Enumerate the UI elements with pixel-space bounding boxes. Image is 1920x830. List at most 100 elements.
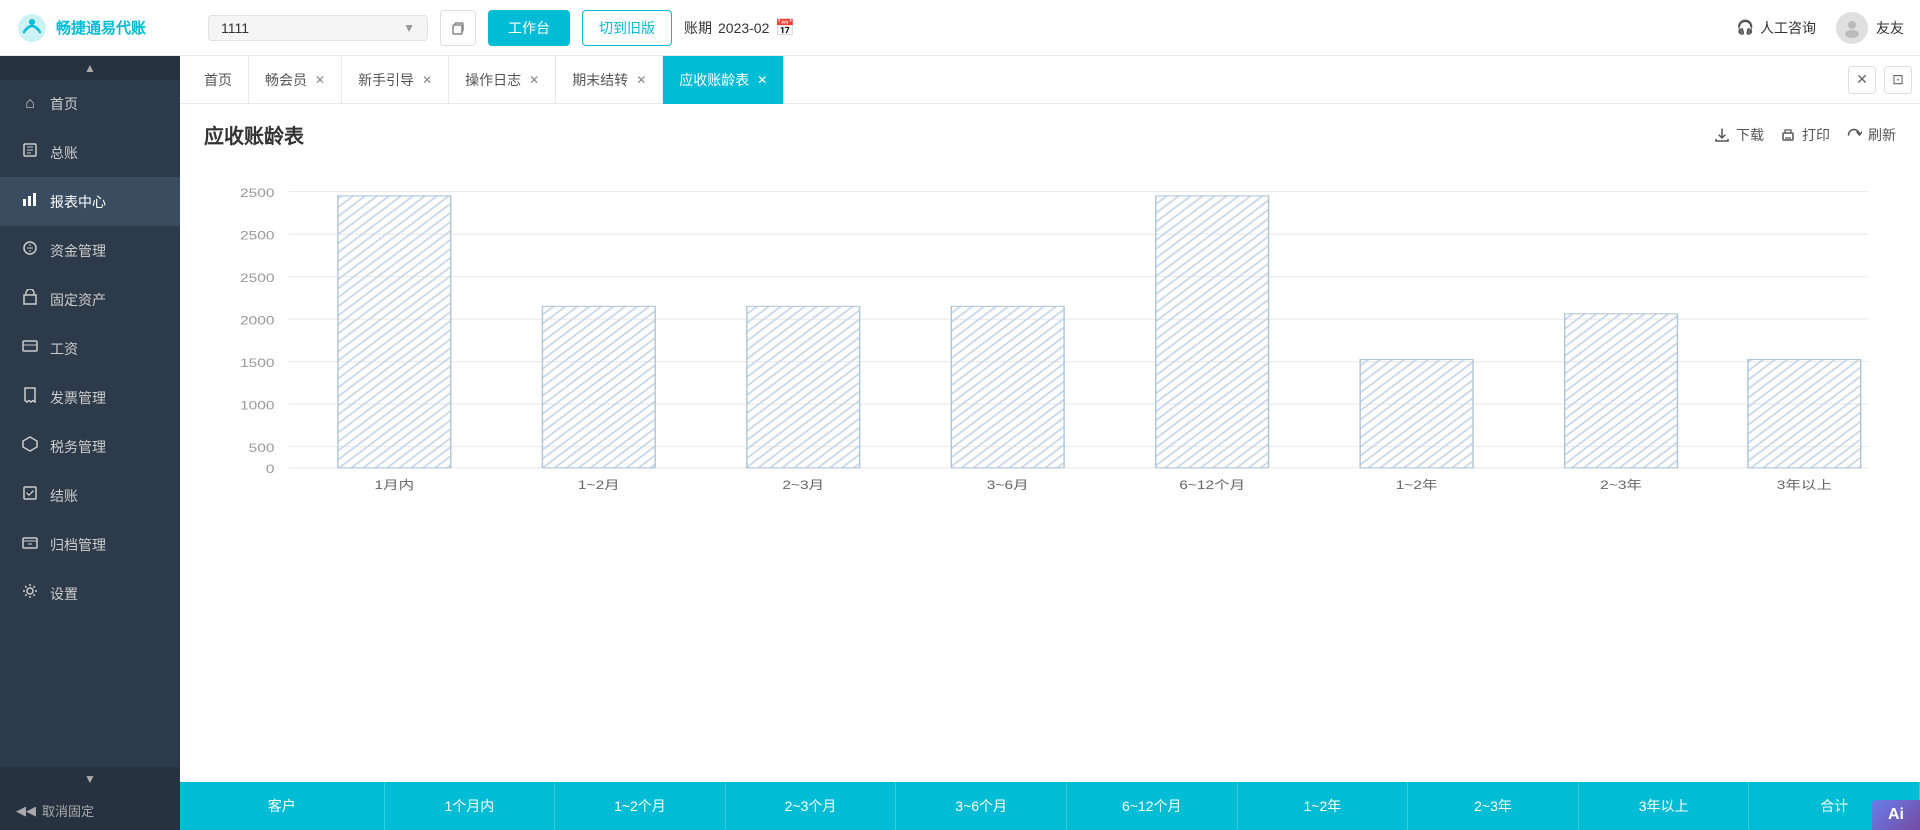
logo-area: 畅捷通易代账 <box>16 12 196 44</box>
headset-icon: 🎧 <box>1737 19 1754 36</box>
sidebar-label-checkout: 结账 <box>50 486 78 506</box>
sidebar-item-reports[interactable]: 报表中心 <box>0 177 180 226</box>
page-header: 应收账龄表 下载 打印 刷新 <box>180 104 1920 161</box>
header-right: 🎧 人工咨询 友友 <box>1737 12 1904 44</box>
tab-vip-label: 畅会员 <box>265 70 307 90</box>
sidebar-item-home[interactable]: ⌂ 首页 <box>0 80 180 128</box>
sidebar-item-checkout[interactable]: 结账 <box>0 471 180 520</box>
bar-chart: 0 500 1000 1500 2000 2500 2500 2500 <box>204 181 1896 521</box>
user-area[interactable]: 友友 <box>1836 12 1904 44</box>
tab-vip-close[interactable]: ✕ <box>315 73 325 87</box>
tab-period-end-close[interactable]: ✕ <box>636 73 646 87</box>
tab-home[interactable]: 首页 <box>188 56 249 104</box>
svg-text:1~2月: 1~2月 <box>578 479 620 492</box>
tab-period-end[interactable]: 期末结转 ✕ <box>556 56 663 104</box>
tab-period-end-label: 期末结转 <box>572 70 628 90</box>
switch-old-button[interactable]: 切到旧版 <box>582 10 672 46</box>
sidebar-bottom: ▼ ◀◀ 取消固定 <box>0 767 180 830</box>
tab-ar-aging-close[interactable]: ✕ <box>757 73 767 87</box>
sidebar-item-archive[interactable]: 归档管理 <box>0 520 180 569</box>
checkout-icon <box>20 485 40 506</box>
sidebar-label-invoice: 发票管理 <box>50 388 106 408</box>
print-button[interactable]: 打印 <box>1780 125 1830 145</box>
copy-button[interactable] <box>440 10 476 46</box>
table-header-2-3y: 2~3年 <box>1408 782 1579 830</box>
svg-text:2~3年: 2~3年 <box>1600 479 1642 492</box>
consult-area[interactable]: 🎧 人工咨询 <box>1737 18 1816 38</box>
table-header-1m: 1个月内 <box>385 782 556 830</box>
workbench-button[interactable]: 工作台 <box>488 10 570 46</box>
svg-text:2500: 2500 <box>240 187 275 200</box>
ai-badge[interactable]: Ai <box>1872 800 1920 830</box>
tab-oplog-close[interactable]: ✕ <box>529 73 539 87</box>
sidebar-label-ledger: 总账 <box>50 143 78 163</box>
sidebar-label-tax: 税务管理 <box>50 437 106 457</box>
refresh-icon <box>1846 127 1862 143</box>
page-content: 应收账龄表 下载 打印 刷新 <box>180 104 1920 830</box>
tab-oplog[interactable]: 操作日志 ✕ <box>449 56 556 104</box>
ledger-icon <box>20 142 40 163</box>
avatar <box>1836 12 1868 44</box>
company-selector[interactable]: 1111 ▼ <box>208 15 428 41</box>
svg-text:2000: 2000 <box>240 314 275 327</box>
tabs-bar: 首页 畅会员 ✕ 新手引导 ✕ 操作日志 ✕ 期末结转 ✕ 应收账龄表 ✕ <box>180 56 1920 104</box>
chevron-down-icon: ▼ <box>403 21 415 35</box>
page-title: 应收账龄表 <box>204 120 304 149</box>
page-actions: 下载 打印 刷新 <box>1714 125 1896 145</box>
sidebar: ▲ ⌂ 首页 总账 报表中心 资金管理 固定资产 <box>0 56 180 830</box>
main-layout: ▲ ⌂ 首页 总账 报表中心 资金管理 固定资产 <box>0 56 1920 830</box>
tab-guide-label: 新手引导 <box>358 70 414 90</box>
sidebar-label-reports: 报表中心 <box>50 192 106 212</box>
tab-home-label: 首页 <box>204 70 232 90</box>
sidebar-item-settings[interactable]: 设置 <box>0 569 180 618</box>
refresh-label: 刷新 <box>1868 125 1896 145</box>
close-all-tabs-button[interactable]: ✕ <box>1848 66 1876 94</box>
bar-chart-svg: 0 500 1000 1500 2000 2500 2500 2500 <box>204 181 1896 521</box>
tab-guide-close[interactable]: ✕ <box>422 73 432 87</box>
sidebar-item-tax[interactable]: 税务管理 <box>0 422 180 471</box>
sidebar-scroll-down[interactable]: ▼ <box>0 767 180 791</box>
svg-text:3~6月: 3~6月 <box>987 479 1029 492</box>
svg-text:6~12个月: 6~12个月 <box>1179 479 1245 492</box>
table-header: 客户 1个月内 1~2个月 2~3个月 3~6个月 6~12个月 1~2年 2~… <box>180 782 1920 830</box>
pin-icon: ◀◀ <box>16 803 36 819</box>
tab-vip[interactable]: 畅会员 ✕ <box>249 56 342 104</box>
download-label: 下载 <box>1736 125 1764 145</box>
period-area: 账期 2023-02 📅 <box>684 18 795 38</box>
tab-guide[interactable]: 新手引导 ✕ <box>342 56 449 104</box>
sidebar-label-archive: 归档管理 <box>50 535 106 555</box>
tab-ar-aging[interactable]: 应收账龄表 ✕ <box>663 56 784 104</box>
table-header-1-2y: 1~2年 <box>1238 782 1409 830</box>
settings-icon <box>20 583 40 604</box>
top-header: 畅捷通易代账 1111 ▼ 工作台 切到旧版 账期 2023-02 📅 🎧 人工… <box>0 0 1920 56</box>
home-icon: ⌂ <box>20 95 40 113</box>
tab-oplog-label: 操作日志 <box>465 70 521 90</box>
table-header-customer: 客户 <box>180 782 385 830</box>
svg-text:1500: 1500 <box>240 357 275 370</box>
cancel-fixed-button[interactable]: ◀◀ 取消固定 <box>0 791 180 830</box>
sidebar-label-settings: 设置 <box>50 584 78 604</box>
svg-text:3年以上: 3年以上 <box>1777 479 1832 492</box>
expand-tabs-button[interactable]: ⊡ <box>1884 66 1912 94</box>
company-name: 1111 <box>221 20 397 36</box>
tax-icon <box>20 436 40 457</box>
period-value: 2023-02 <box>718 20 769 36</box>
sidebar-label-funds: 资金管理 <box>50 241 106 261</box>
table-header-3y-plus: 3年以上 <box>1579 782 1750 830</box>
download-button[interactable]: 下载 <box>1714 125 1764 145</box>
consult-label: 人工咨询 <box>1760 18 1816 38</box>
sidebar-item-invoice[interactable]: 发票管理 <box>0 373 180 422</box>
sidebar-item-funds[interactable]: 资金管理 <box>0 226 180 275</box>
print-label: 打印 <box>1802 125 1830 145</box>
svg-text:1月内: 1月内 <box>375 479 415 492</box>
refresh-button[interactable]: 刷新 <box>1846 125 1896 145</box>
cancel-fixed-label: 取消固定 <box>42 801 94 820</box>
sidebar-item-assets[interactable]: 固定资产 <box>0 275 180 324</box>
calendar-icon[interactable]: 📅 <box>775 18 795 38</box>
sidebar-item-salary[interactable]: 工资 <box>0 324 180 373</box>
sidebar-scroll-up[interactable]: ▲ <box>0 56 180 80</box>
svg-text:2500: 2500 <box>240 272 275 285</box>
sidebar-item-ledger[interactable]: 总账 <box>0 128 180 177</box>
svg-text:1000: 1000 <box>240 399 275 412</box>
reports-icon <box>20 191 40 212</box>
